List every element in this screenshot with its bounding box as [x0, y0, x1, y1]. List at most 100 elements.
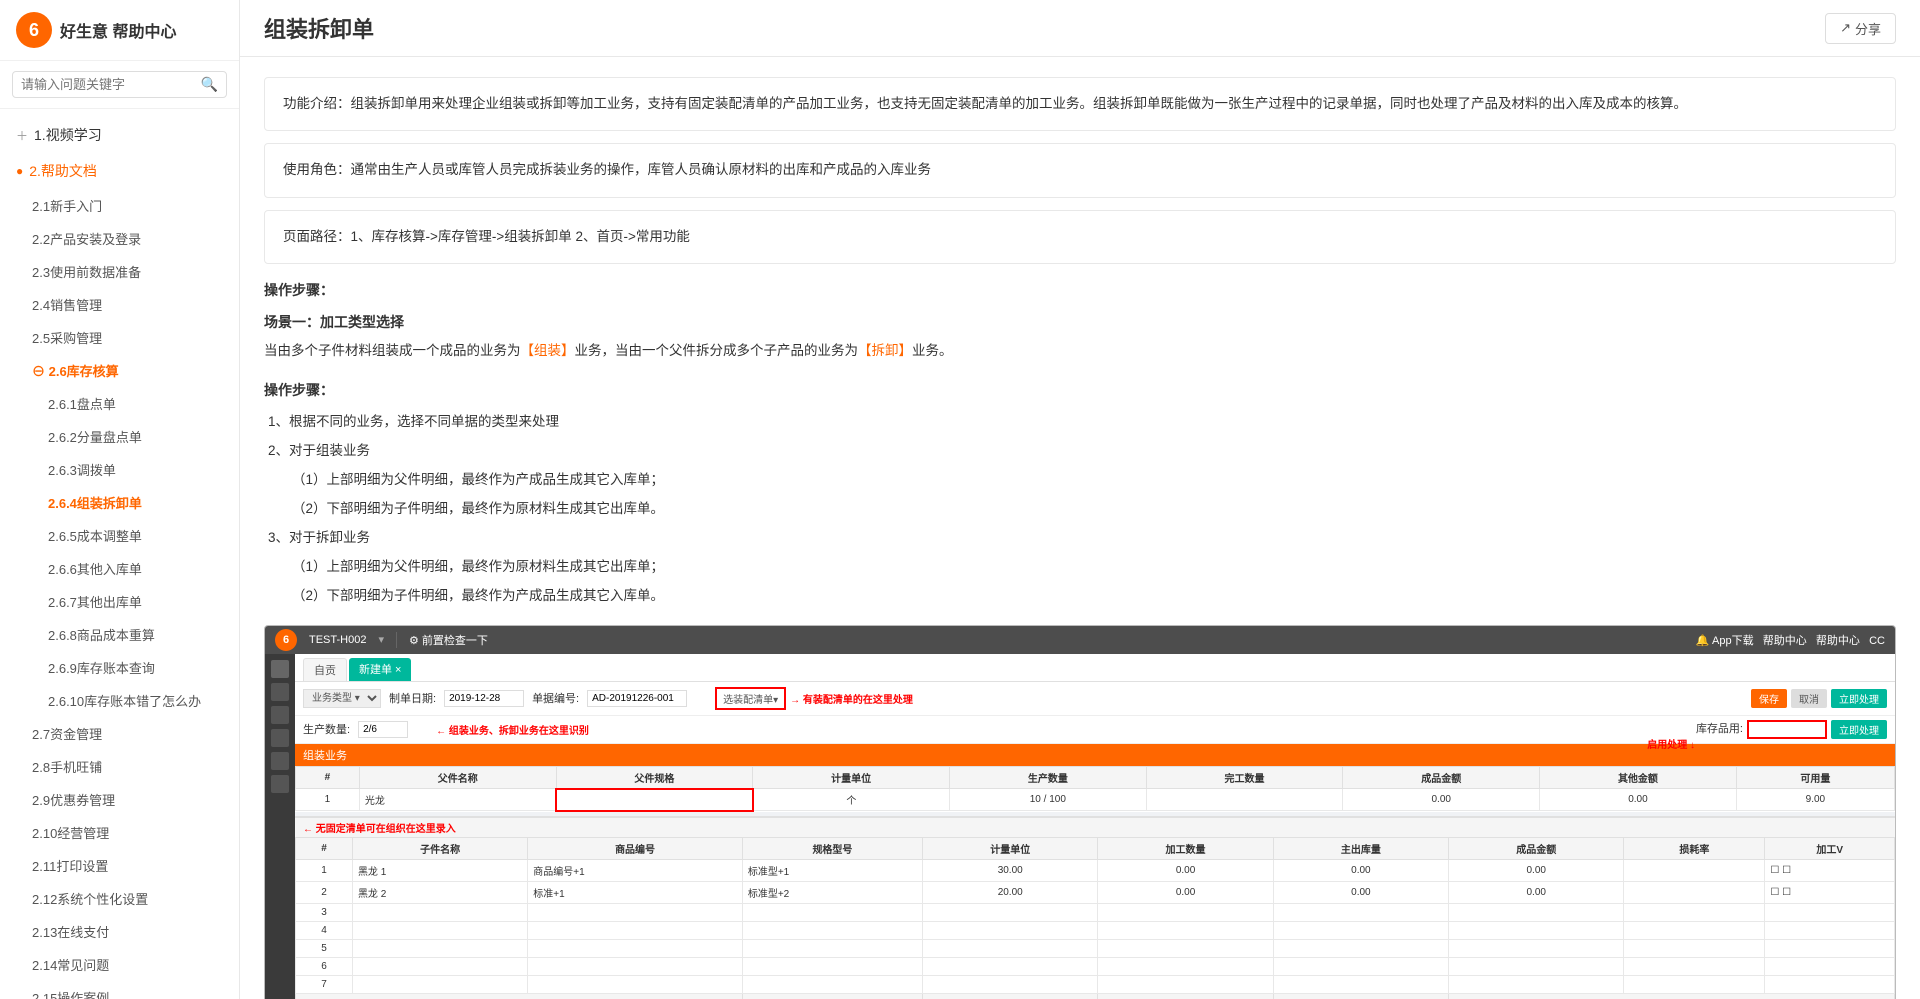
- sub-td-5-v: [1765, 939, 1895, 957]
- sub-td-3-code: [528, 903, 743, 921]
- disassemble-link: 【拆卸】: [858, 343, 912, 358]
- sub-row-3: 3: [296, 903, 1895, 921]
- sidebar-item-24[interactable]: 2.4销售管理: [0, 288, 239, 321]
- sub-th-amount: 成品金额: [1449, 837, 1624, 859]
- sub-td-7-qty: [1098, 975, 1273, 993]
- parent-table-row-1: 1 光龙 个 10 / 100 0.00 0.00 9.00: [296, 789, 1895, 811]
- sub-td-3-v: [1765, 903, 1895, 921]
- footer-v1: ¥0.00: [742, 993, 922, 999]
- td-1-spec: [556, 789, 753, 811]
- operations-title: 操作步骤：: [264, 280, 1896, 300]
- app-body: 自贡 新建单 × 业务类型 ▾ 制单日期: 单据编号:: [265, 654, 1895, 999]
- sidebar-item-22[interactable]: 2.2产品安装及登录: [0, 222, 239, 255]
- steps-list: 1、根据不同的业务，选择不同单据的类型来处理 2、对于组装业务 （1）上部明细为…: [264, 408, 1896, 609]
- stock-input[interactable]: [1747, 720, 1827, 739]
- sidebar-item-214[interactable]: 2.14常见问题: [0, 948, 239, 981]
- sub-td-7-name: [352, 975, 527, 993]
- sub-table-header-row: # 子件名称 商品编号 规格型号 计量单位 加工数量 主出库量 成品金额 损耗率: [296, 837, 1895, 859]
- sidebar-item-261[interactable]: 2.6.1盘点单: [0, 387, 239, 420]
- footer-rest: ¥0.00: [1449, 993, 1895, 999]
- top-bar: 组装拆卸单 ↗ 分享: [240, 0, 1920, 57]
- sub-td-5-code: [528, 939, 743, 957]
- sub-td-4-unit: [923, 921, 1098, 939]
- confirm-btn[interactable]: 立即处理: [1831, 689, 1887, 708]
- sidebar-item-26[interactable]: ⊖ 2.6库存核算: [0, 354, 239, 387]
- step-2-2: （2）下部明细为子件明细，最终作为原材料生成其它出库单。: [268, 495, 1896, 522]
- share-button[interactable]: ↗ 分享: [1825, 13, 1896, 44]
- sidebar-item-211[interactable]: 2.11打印设置: [0, 849, 239, 882]
- sub-th-name: 子件名称: [352, 837, 527, 859]
- sub-td-6-unit: [923, 957, 1098, 975]
- search-input-wrap[interactable]: 🔍: [12, 71, 227, 98]
- sub-th-v: 加工V: [1765, 837, 1895, 859]
- sub-row-2: 2 黑龙 2 标准+1 标准型+2 20.00 0.00 0.00 0.00: [296, 881, 1895, 903]
- qty-input[interactable]: [358, 721, 408, 738]
- sub-td-1-loss: [1624, 859, 1765, 881]
- date-input[interactable]: [444, 690, 524, 707]
- sidebar-item-27[interactable]: 2.7资金管理: [0, 717, 239, 750]
- sub-td-7-unit: [923, 975, 1098, 993]
- sidebar-item-213[interactable]: 2.13在线支付: [0, 915, 239, 948]
- search-input[interactable]: [21, 77, 201, 92]
- sub-td-4-spec: [742, 921, 922, 939]
- th-parent-spec: 父件规格: [556, 766, 753, 789]
- sidebar-item-video-label: 1.视频学习: [34, 125, 102, 145]
- save-btn[interactable]: 保存: [1751, 689, 1787, 708]
- tab-new[interactable]: 新建单 ×: [349, 658, 411, 681]
- type-select[interactable]: 业务类型 ▾: [303, 689, 381, 708]
- sub-td-7-amount: [1449, 975, 1624, 993]
- sidebar-item-267[interactable]: 2.6.7其他出库单: [0, 585, 239, 618]
- search-box: 🔍: [0, 61, 239, 109]
- sub-td-6-spec: [742, 957, 922, 975]
- sidebar-item-264[interactable]: 2.6.4组装拆卸单: [0, 486, 239, 519]
- sub-td-4-amount: [1449, 921, 1624, 939]
- sub-td-4-code: [528, 921, 743, 939]
- step-3: 3、对于拆卸业务: [268, 524, 1896, 551]
- cancel-btn[interactable]: 取消: [1791, 689, 1827, 708]
- sub-td-5-name: [352, 939, 527, 957]
- content-area: 功能介绍：组装拆卸单用来处理企业组装或拆卸等加工业务，支持有固定装配清单的产品加…: [240, 57, 1920, 999]
- sidebar-item-215[interactable]: 2.15操作案例: [0, 981, 239, 999]
- sub-td-2-spec: 标准型+2: [742, 881, 922, 903]
- sidebar-item-212[interactable]: 2.12系统个性化设置: [0, 882, 239, 915]
- sidebar-item-21[interactable]: 2.1新手入门: [0, 189, 239, 222]
- stock-label: 库存品用:: [1696, 720, 1743, 739]
- sidebar-item-269[interactable]: 2.6.9库存账本查询: [0, 651, 239, 684]
- sidebar-item-210[interactable]: 2.10经营管理: [0, 816, 239, 849]
- sidebar-item-23[interactable]: 2.3使用前数据准备: [0, 255, 239, 288]
- sidebar-item-28[interactable]: 2.8手机旺铺: [0, 750, 239, 783]
- sidebar-item-video[interactable]: ＋ 1.视频学习: [0, 117, 239, 153]
- footer-label: 合计: [296, 993, 743, 999]
- sub-td-6-qty: [1098, 957, 1273, 975]
- sub-td-7-main: [1273, 975, 1448, 993]
- brand-name: 好生意 帮助中心: [60, 18, 176, 42]
- sidebar-item-268[interactable]: 2.6.8商品成本重算: [0, 618, 239, 651]
- sidebar-item-263[interactable]: 2.6.3调拨单: [0, 453, 239, 486]
- sidebar-item-25[interactable]: 2.5采购管理: [0, 321, 239, 354]
- section-label: 组装业务: [303, 747, 347, 763]
- sidebar-item-266[interactable]: 2.6.6其他入库单: [0, 552, 239, 585]
- sub-td-5-main: [1273, 939, 1448, 957]
- sidebar-item-2610[interactable]: 2.6.10库存账本错了怎么办: [0, 684, 239, 717]
- annotation2-text: ← 组装业务、拆卸业务在这里识别: [436, 726, 589, 737]
- search-icon[interactable]: 🔍: [201, 76, 218, 93]
- sub-table-section: ← 无固定清单可在组织在这里录入 # 子件名称 商品编号 规格型号 计量单位 加…: [295, 816, 1895, 999]
- sidebar-item-265[interactable]: 2.6.5成本调整单: [0, 519, 239, 552]
- order-input[interactable]: [587, 690, 687, 707]
- scene1-desc: 当由多个子件材料组装成一个成品的业务为【组装】业务，当由一个父件拆分成多个子产品…: [264, 338, 1896, 364]
- sidebar-item-262[interactable]: 2.6.2分量盘点单: [0, 420, 239, 453]
- annotation4-text: ← 无固定清单可在组织在这里录入: [295, 818, 1895, 837]
- sidebar-item-29[interactable]: 2.9优惠券管理: [0, 783, 239, 816]
- sidebar-item-docs[interactable]: ● 2.帮助文档: [0, 153, 239, 189]
- sub-row-4: 4: [296, 921, 1895, 939]
- annotation1-area: 选装配清单▾ → 有装配清单的在这里处理: [715, 687, 913, 710]
- logo-icon: 6: [16, 12, 52, 48]
- sub-td-3-unit: [923, 903, 1098, 921]
- th-amount: 成品金额: [1343, 766, 1540, 789]
- sub-td-1-code: 商品编号+1: [528, 859, 743, 881]
- sub-td-6-v: [1765, 957, 1895, 975]
- page-title: 组装拆卸单: [264, 12, 374, 44]
- app-tabs-row: 自贡 新建单 ×: [295, 654, 1895, 682]
- approve-btn[interactable]: 立即处理: [1831, 720, 1887, 739]
- tab-home[interactable]: 自贡: [303, 658, 347, 681]
